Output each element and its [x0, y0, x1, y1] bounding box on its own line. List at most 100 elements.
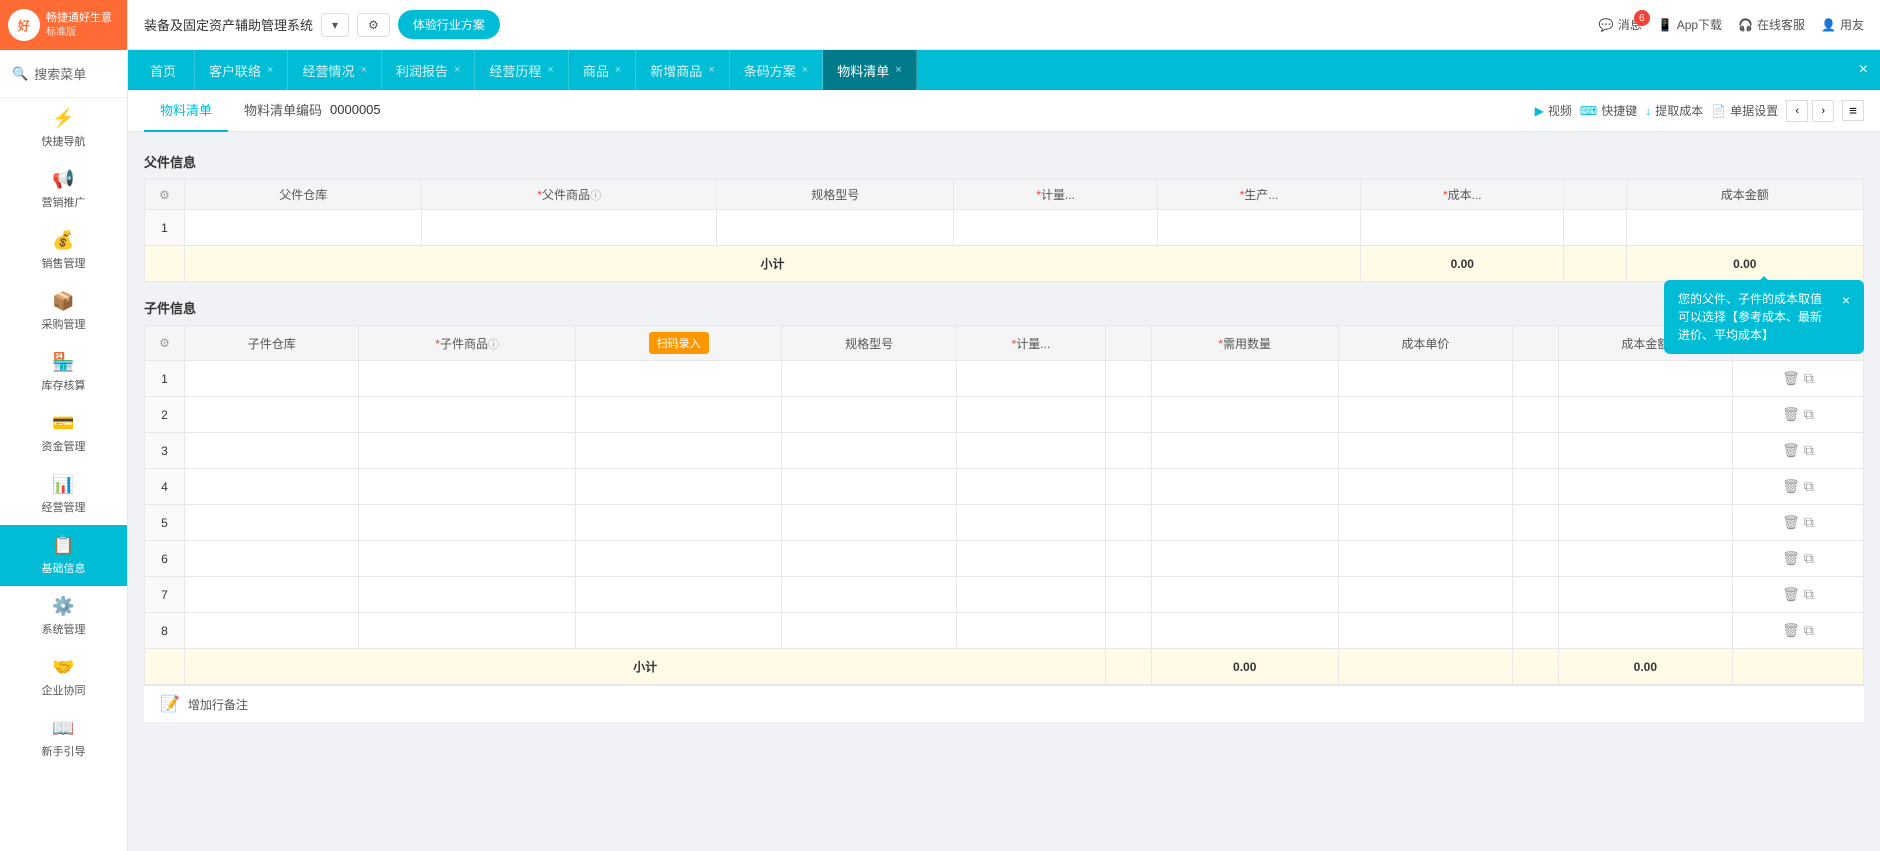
child-row-1-scan[interactable] — [575, 361, 782, 397]
parent-row-1-unit[interactable] — [954, 210, 1157, 246]
sidebar-item-inventory[interactable]: 🏪 库存核算 — [0, 342, 127, 403]
message-action[interactable]: 💬 消息 6 — [1599, 16, 1642, 33]
child-row-3-unit[interactable] — [956, 433, 1105, 469]
sidebar-item-guide[interactable]: 📖 新手引导 — [0, 708, 127, 769]
grid-view-btn[interactable]: ≡ — [1842, 100, 1864, 121]
child-row-3-scan[interactable] — [575, 433, 782, 469]
child-row-3-spec[interactable] — [782, 433, 956, 469]
child-row-2-scan[interactable] — [575, 397, 782, 433]
parent-row-1-goods[interactable] — [422, 210, 717, 246]
delete-icon-5[interactable]: 🗑 — [1782, 514, 1800, 531]
tab-close-barcode[interactable]: × — [802, 64, 808, 76]
child-row-7-spec[interactable] — [782, 577, 956, 613]
search-menu-button[interactable]: 🔍 搜索菜单 — [8, 58, 119, 89]
video-btn[interactable]: ▶ 视频 — [1535, 102, 1572, 119]
child-row-1-qty[interactable] — [1151, 361, 1338, 397]
trial-btn[interactable]: 体验行业方案 — [398, 10, 500, 39]
tab-close-operations[interactable]: × — [360, 64, 366, 76]
parent-row-1-spec[interactable] — [717, 210, 954, 246]
child-row-4-scan[interactable] — [575, 469, 782, 505]
sidebar-item-purchase[interactable]: 📦 采购管理 — [0, 281, 127, 342]
next-page-btn[interactable]: › — [1812, 100, 1834, 122]
shortcut-btn[interactable]: ⌨ 快捷键 — [1580, 102, 1637, 119]
scan-input-btn[interactable]: 扫码录入 — [649, 332, 709, 354]
tab-customer[interactable]: 客户联络 × — [195, 50, 288, 90]
child-row-3-goods[interactable] — [359, 433, 575, 469]
copy-icon-6[interactable]: ⧉ — [1804, 550, 1814, 567]
child-row-3-qty[interactable] — [1151, 433, 1338, 469]
parent-row-1-cost[interactable] — [1361, 210, 1564, 246]
tab-close-goods[interactable]: × — [615, 64, 621, 76]
child-row-1-goods[interactable] — [359, 361, 575, 397]
child-row-1-unit-cost[interactable] — [1338, 361, 1512, 397]
subtab-bom-list[interactable]: 物料清单 — [144, 90, 228, 132]
copy-icon-5[interactable]: ⧉ — [1804, 514, 1814, 531]
delete-icon-2[interactable]: 🗑 — [1782, 406, 1800, 423]
child-row-6-spec[interactable] — [782, 541, 956, 577]
child-row-6-unit[interactable] — [956, 541, 1105, 577]
delete-icon-6[interactable]: 🗑 — [1782, 550, 1800, 567]
add-row-icon[interactable]: 📝 — [160, 694, 180, 714]
child-row-4-qty[interactable] — [1151, 469, 1338, 505]
child-row-6-qty[interactable] — [1151, 541, 1338, 577]
sidebar-item-marketing[interactable]: 📢 营销推广 — [0, 159, 127, 220]
child-row-5-spec[interactable] — [782, 505, 956, 541]
tab-close-history[interactable]: × — [547, 64, 553, 76]
copy-icon-3[interactable]: ⧉ — [1804, 442, 1814, 459]
child-row-8-warehouse[interactable] — [185, 613, 359, 649]
copy-icon-1[interactable]: ⧉ — [1804, 370, 1814, 387]
child-row-8-spec[interactable] — [782, 613, 956, 649]
parent-settings-icon[interactable]: ⚙ — [159, 188, 170, 202]
child-row-5-unit-cost[interactable] — [1338, 505, 1512, 541]
delete-icon-4[interactable]: 🗑 — [1782, 478, 1800, 495]
child-row-5-unit[interactable] — [956, 505, 1105, 541]
copy-icon-2[interactable]: ⧉ — [1804, 406, 1814, 423]
delete-icon-8[interactable]: 🗑 — [1782, 622, 1800, 639]
child-row-4-warehouse[interactable] — [185, 469, 359, 505]
child-row-7-unit[interactable] — [956, 577, 1105, 613]
child-row-7-qty[interactable] — [1151, 577, 1338, 613]
tab-goods[interactable]: 商品 × — [569, 50, 636, 90]
delete-icon-7[interactable]: 🗑 — [1782, 586, 1800, 603]
tab-close-bom[interactable]: × — [895, 64, 901, 76]
sidebar-item-enterprise[interactable]: 🤝 企业协同 — [0, 647, 127, 708]
tab-home[interactable]: 首页 — [132, 50, 195, 90]
tab-history[interactable]: 经营历程 × — [475, 50, 568, 90]
tab-profit[interactable]: 利润报告 × — [382, 50, 475, 90]
extract-cost-btn[interactable]: ↓ 提取成本 — [1645, 102, 1703, 119]
child-row-8-unit[interactable] — [956, 613, 1105, 649]
child-row-5-warehouse[interactable] — [185, 505, 359, 541]
app-download-action[interactable]: 📱 App下载 — [1658, 16, 1722, 33]
online-service-action[interactable]: 🎧 在线客服 — [1738, 16, 1805, 33]
child-row-4-unit-cost[interactable] — [1338, 469, 1512, 505]
parent-row-1-warehouse[interactable] — [185, 210, 422, 246]
sidebar-item-finance[interactable]: 💳 资金管理 — [0, 403, 127, 464]
prev-page-btn[interactable]: ‹ — [1786, 100, 1808, 122]
delete-icon-1[interactable]: 🗑 — [1782, 370, 1800, 387]
sidebar-item-sales[interactable]: 💰 销售管理 — [0, 220, 127, 281]
child-row-8-unit-cost[interactable] — [1338, 613, 1512, 649]
child-row-7-unit-cost[interactable] — [1338, 577, 1512, 613]
tab-close-customer[interactable]: × — [267, 64, 273, 76]
tab-close-new-goods[interactable]: × — [708, 64, 714, 76]
tab-operations[interactable]: 经营情况 × — [288, 50, 381, 90]
child-row-7-warehouse[interactable] — [185, 577, 359, 613]
tab-close-profit[interactable]: × — [454, 64, 460, 76]
copy-icon-7[interactable]: ⧉ — [1804, 586, 1814, 603]
single-settings-btn[interactable]: 📄 单据设置 — [1711, 102, 1778, 119]
sidebar-item-operations[interactable]: 📊 经营管理 — [0, 464, 127, 525]
child-row-5-qty[interactable] — [1151, 505, 1338, 541]
sidebar-item-basic-info[interactable]: 📋 基础信息 — [0, 525, 127, 586]
child-row-2-spec[interactable] — [782, 397, 956, 433]
child-row-5-goods[interactable] — [359, 505, 575, 541]
copy-icon-8[interactable]: ⧉ — [1804, 622, 1814, 639]
child-row-6-scan[interactable] — [575, 541, 782, 577]
child-row-5-scan[interactable] — [575, 505, 782, 541]
child-row-6-goods[interactable] — [359, 541, 575, 577]
child-row-2-unit[interactable] — [956, 397, 1105, 433]
sidebar-item-quick-nav[interactable]: ⚡ 快捷导航 — [0, 98, 127, 159]
child-row-2-goods[interactable] — [359, 397, 575, 433]
user-action[interactable]: 👤 用友 — [1821, 16, 1864, 33]
child-row-8-scan[interactable] — [575, 613, 782, 649]
child-row-6-unit-cost[interactable] — [1338, 541, 1512, 577]
